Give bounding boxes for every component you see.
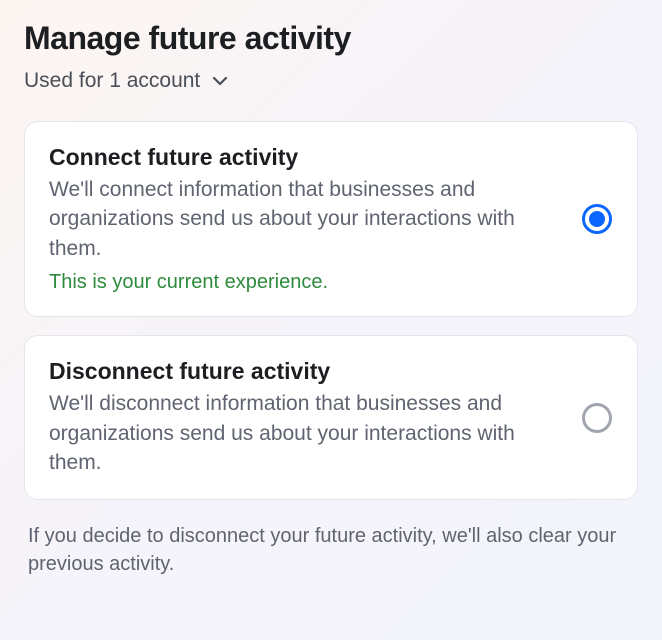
option-description: We'll disconnect information that busine… bbox=[49, 389, 561, 477]
radio-connect[interactable] bbox=[581, 203, 613, 235]
account-selector[interactable]: Used for 1 account bbox=[24, 69, 638, 93]
radio-outer-icon bbox=[582, 204, 612, 234]
option-description: We'll connect information that businesse… bbox=[49, 175, 561, 263]
option-connect[interactable]: Connect future activity We'll connect in… bbox=[24, 121, 638, 317]
option-disconnect[interactable]: Disconnect future activity We'll disconn… bbox=[24, 335, 638, 500]
chevron-down-icon bbox=[210, 71, 230, 91]
account-label: Used for 1 account bbox=[24, 69, 200, 93]
footer-note: If you decide to disconnect your future … bbox=[24, 518, 638, 578]
option-disconnect-content: Disconnect future activity We'll disconn… bbox=[49, 358, 561, 477]
option-title: Connect future activity bbox=[49, 144, 561, 171]
radio-inner-icon bbox=[589, 211, 605, 227]
page-title: Manage future activity bbox=[24, 20, 638, 57]
radio-outer-icon bbox=[582, 403, 612, 433]
option-connect-content: Connect future activity We'll connect in… bbox=[49, 144, 561, 294]
radio-disconnect[interactable] bbox=[581, 402, 613, 434]
option-current-note: This is your current experience. bbox=[49, 271, 561, 294]
option-title: Disconnect future activity bbox=[49, 358, 561, 385]
